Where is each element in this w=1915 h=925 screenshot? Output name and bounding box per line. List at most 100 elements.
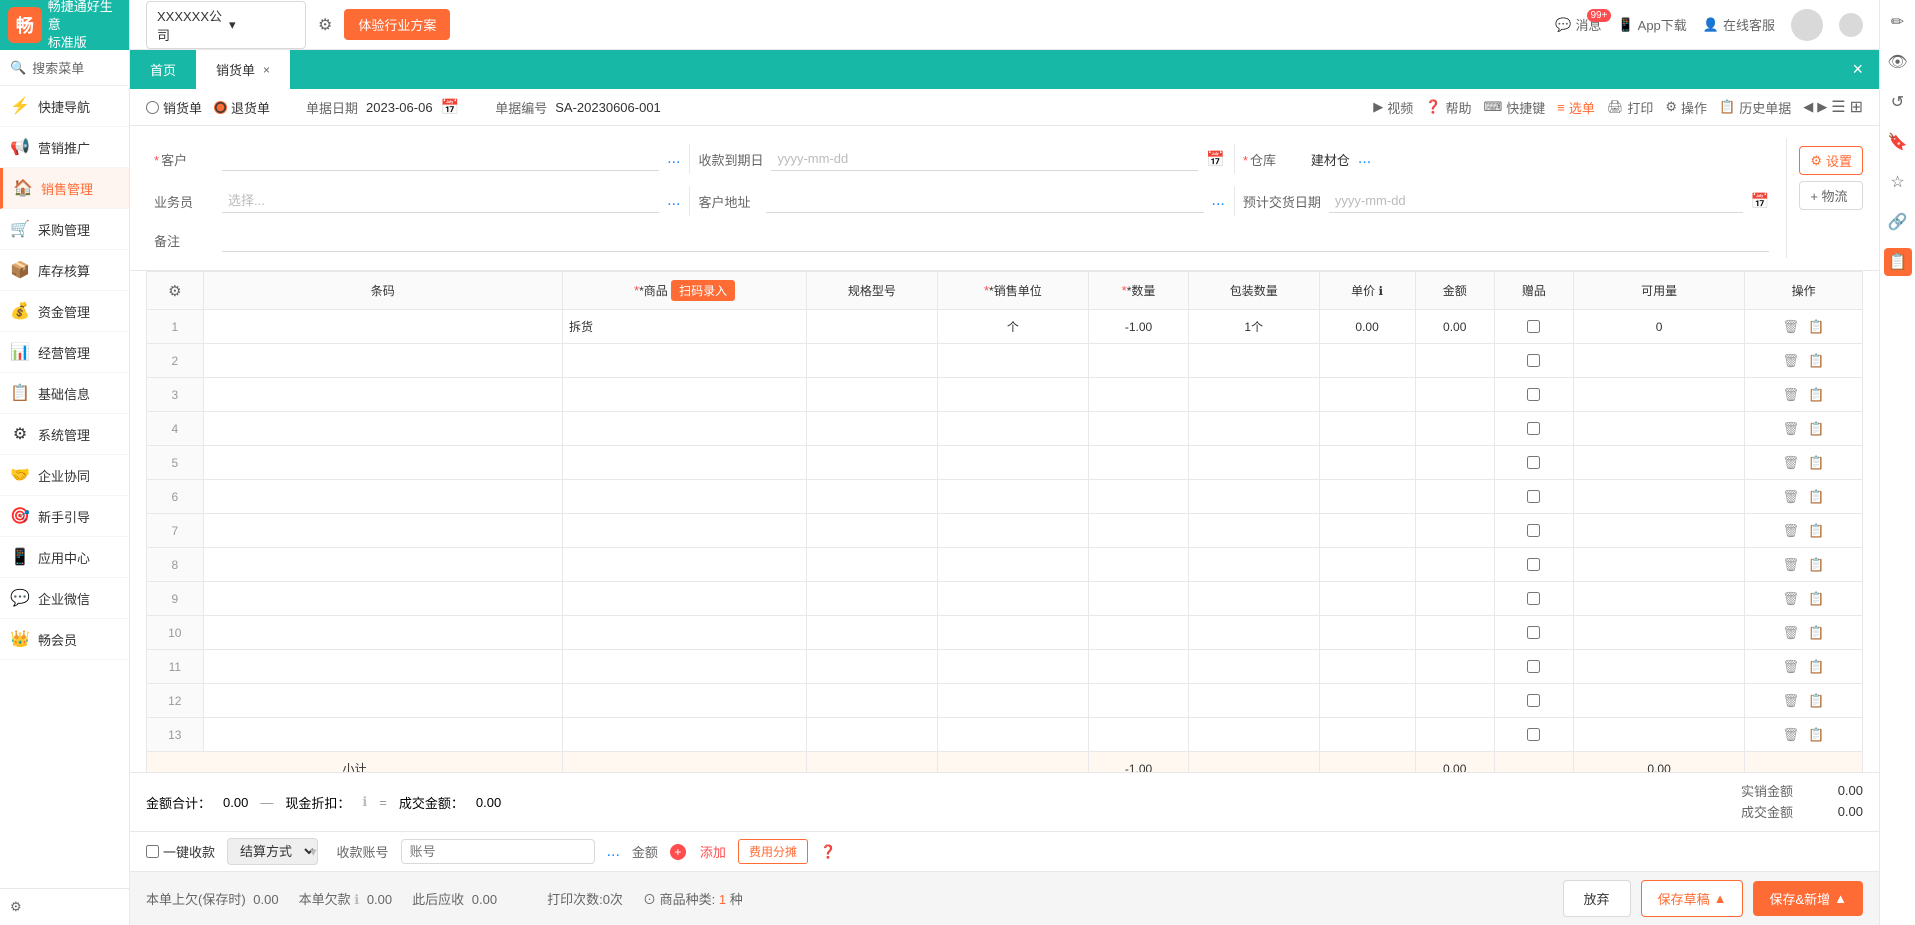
action-select[interactable]: ≡ 选单 bbox=[1557, 98, 1595, 117]
gift-checkbox-2[interactable] bbox=[1527, 354, 1540, 367]
gift-checkbox-8[interactable] bbox=[1527, 558, 1540, 571]
cell-spec-4[interactable] bbox=[807, 412, 938, 446]
copy-icon-8[interactable]: 📋 bbox=[1808, 557, 1824, 572]
cell-unit-price-13[interactable] bbox=[1319, 718, 1415, 752]
action-help[interactable]: ❓ 帮助 bbox=[1425, 98, 1471, 117]
trial-button[interactable]: 体验行业方案 bbox=[344, 9, 450, 40]
customer-dots[interactable]: ... bbox=[667, 150, 680, 168]
fee-btn[interactable]: 费用分摊 bbox=[738, 839, 808, 864]
cell-quantity-12[interactable] bbox=[1089, 684, 1189, 718]
cell-quantity-2[interactable] bbox=[1089, 344, 1189, 378]
copy-icon-4[interactable]: 📋 bbox=[1808, 421, 1824, 436]
fee-info-icon[interactable]: ❓ bbox=[820, 844, 836, 860]
cell-pkg-qty-9[interactable] bbox=[1189, 582, 1320, 616]
cell-barcode-1[interactable] bbox=[203, 310, 562, 344]
copy-icon-6[interactable]: 📋 bbox=[1808, 489, 1824, 504]
account-dots[interactable]: ... bbox=[607, 843, 620, 861]
gift-checkbox-10[interactable] bbox=[1527, 626, 1540, 639]
cell-amount-10[interactable] bbox=[1415, 616, 1494, 650]
copy-icon-13[interactable]: 📋 bbox=[1808, 727, 1824, 742]
cell-pkg-qty-2[interactable] bbox=[1189, 344, 1320, 378]
cell-goods-6[interactable] bbox=[563, 480, 807, 514]
copy-icon-5[interactable]: 📋 bbox=[1808, 455, 1824, 470]
cell-goods-12[interactable] bbox=[563, 684, 807, 718]
cell-unit-1[interactable]: 个 bbox=[937, 310, 1088, 344]
cell-gift-7[interactable] bbox=[1494, 514, 1573, 548]
info-icon[interactable]: ℹ bbox=[362, 794, 367, 810]
sidebar-item-wechat[interactable]: 💬企业微信 bbox=[0, 578, 129, 619]
user-avatar-2[interactable] bbox=[1839, 13, 1863, 37]
grid-view-icon[interactable]: ⊞ bbox=[1850, 97, 1863, 117]
action-shortcut[interactable]: ⌨ 快捷键 bbox=[1483, 98, 1545, 117]
gift-checkbox-5[interactable] bbox=[1527, 456, 1540, 469]
cell-unit-price-2[interactable] bbox=[1319, 344, 1415, 378]
prev-icon[interactable]: ◀ bbox=[1803, 99, 1813, 115]
cell-gift-5[interactable] bbox=[1494, 446, 1573, 480]
cell-quantity-1[interactable]: -1.00 bbox=[1089, 310, 1189, 344]
cell-amount-11[interactable] bbox=[1415, 650, 1494, 684]
sidebar-item-member[interactable]: 👑畅会员 bbox=[0, 619, 129, 660]
due-date-input[interactable] bbox=[771, 147, 1198, 171]
cell-amount-13[interactable] bbox=[1415, 718, 1494, 752]
cell-gift-6[interactable] bbox=[1494, 480, 1573, 514]
cell-spec-12[interactable] bbox=[807, 684, 938, 718]
cell-goods-13[interactable] bbox=[563, 718, 807, 752]
right-panel-eye[interactable]: 👁 bbox=[1884, 48, 1912, 76]
salesperson-input[interactable] bbox=[222, 189, 659, 213]
tab-home[interactable]: 首页 bbox=[130, 50, 196, 89]
expected-date-input[interactable] bbox=[1329, 189, 1743, 213]
cell-barcode-2[interactable] bbox=[203, 344, 562, 378]
sidebar-settings[interactable]: ⚙ bbox=[0, 889, 129, 925]
list-view-icon[interactable]: ☰ bbox=[1831, 97, 1845, 117]
sidebar-item-basic[interactable]: 📋基础信息 bbox=[0, 373, 129, 414]
cell-unit-5[interactable] bbox=[937, 446, 1088, 480]
due-date-calendar-icon[interactable]: 📅 bbox=[1206, 150, 1225, 168]
cell-amount-6[interactable] bbox=[1415, 480, 1494, 514]
cell-spec-5[interactable] bbox=[807, 446, 938, 480]
right-panel-bookmark[interactable]: 🔖 bbox=[1884, 128, 1912, 156]
app-download-btn[interactable]: 📱 App下载 bbox=[1617, 15, 1686, 34]
copy-icon-7[interactable]: 📋 bbox=[1808, 523, 1824, 538]
delete-icon-2[interactable]: 🗑 bbox=[1783, 353, 1800, 368]
cell-pkg-qty-1[interactable]: 1个 bbox=[1189, 310, 1320, 344]
calendar-icon[interactable]: 📅 bbox=[441, 98, 460, 116]
cell-unit-10[interactable] bbox=[937, 616, 1088, 650]
cell-barcode-13[interactable] bbox=[203, 718, 562, 752]
logistics-btn[interactable]: + 物流 bbox=[1799, 181, 1863, 210]
cell-spec-11[interactable] bbox=[807, 650, 938, 684]
cell-gift-8[interactable] bbox=[1494, 548, 1573, 582]
cell-unit-6[interactable] bbox=[937, 480, 1088, 514]
cell-unit-8[interactable] bbox=[937, 548, 1088, 582]
delete-icon-7[interactable]: 🗑 bbox=[1783, 523, 1800, 538]
cell-pkg-qty-8[interactable] bbox=[1189, 548, 1320, 582]
cell-spec-8[interactable] bbox=[807, 548, 938, 582]
table-settings-icon[interactable]: ⚙ bbox=[168, 283, 181, 300]
sidebar-item-business[interactable]: 📊经营管理 bbox=[0, 332, 129, 373]
cell-goods-4[interactable] bbox=[563, 412, 807, 446]
cell-spec-3[interactable] bbox=[807, 378, 938, 412]
cell-amount-3[interactable] bbox=[1415, 378, 1494, 412]
radio-return-input[interactable] bbox=[214, 101, 227, 114]
settlement-method-select[interactable]: 结算方式 bbox=[227, 838, 318, 865]
cell-spec-10[interactable] bbox=[807, 616, 938, 650]
tab-sales-order[interactable]: 销货单 × bbox=[196, 50, 290, 89]
cell-quantity-4[interactable] bbox=[1089, 412, 1189, 446]
add-payment-btn[interactable]: + bbox=[670, 844, 686, 860]
sidebar-item-appstore[interactable]: 📱应用中心 bbox=[0, 537, 129, 578]
delete-icon-6[interactable]: 🗑 bbox=[1783, 489, 1800, 504]
scan-btn[interactable]: 扫码录入 bbox=[671, 280, 735, 301]
cell-goods-3[interactable] bbox=[563, 378, 807, 412]
cell-gift-12[interactable] bbox=[1494, 684, 1573, 718]
sidebar-item-enterprise[interactable]: 🤝企业协同 bbox=[0, 455, 129, 496]
gift-checkbox-7[interactable] bbox=[1527, 524, 1540, 537]
cell-barcode-11[interactable] bbox=[203, 650, 562, 684]
gift-checkbox-6[interactable] bbox=[1527, 490, 1540, 503]
cell-goods-11[interactable] bbox=[563, 650, 807, 684]
radio-return[interactable]: 退货单 bbox=[214, 98, 270, 117]
cell-amount-12[interactable] bbox=[1415, 684, 1494, 718]
cell-unit-price-11[interactable] bbox=[1319, 650, 1415, 684]
cell-gift-1[interactable] bbox=[1494, 310, 1573, 344]
cell-amount-7[interactable] bbox=[1415, 514, 1494, 548]
settings-btn[interactable]: ⚙ 设置 bbox=[1799, 146, 1863, 175]
gift-checkbox-12[interactable] bbox=[1527, 694, 1540, 707]
